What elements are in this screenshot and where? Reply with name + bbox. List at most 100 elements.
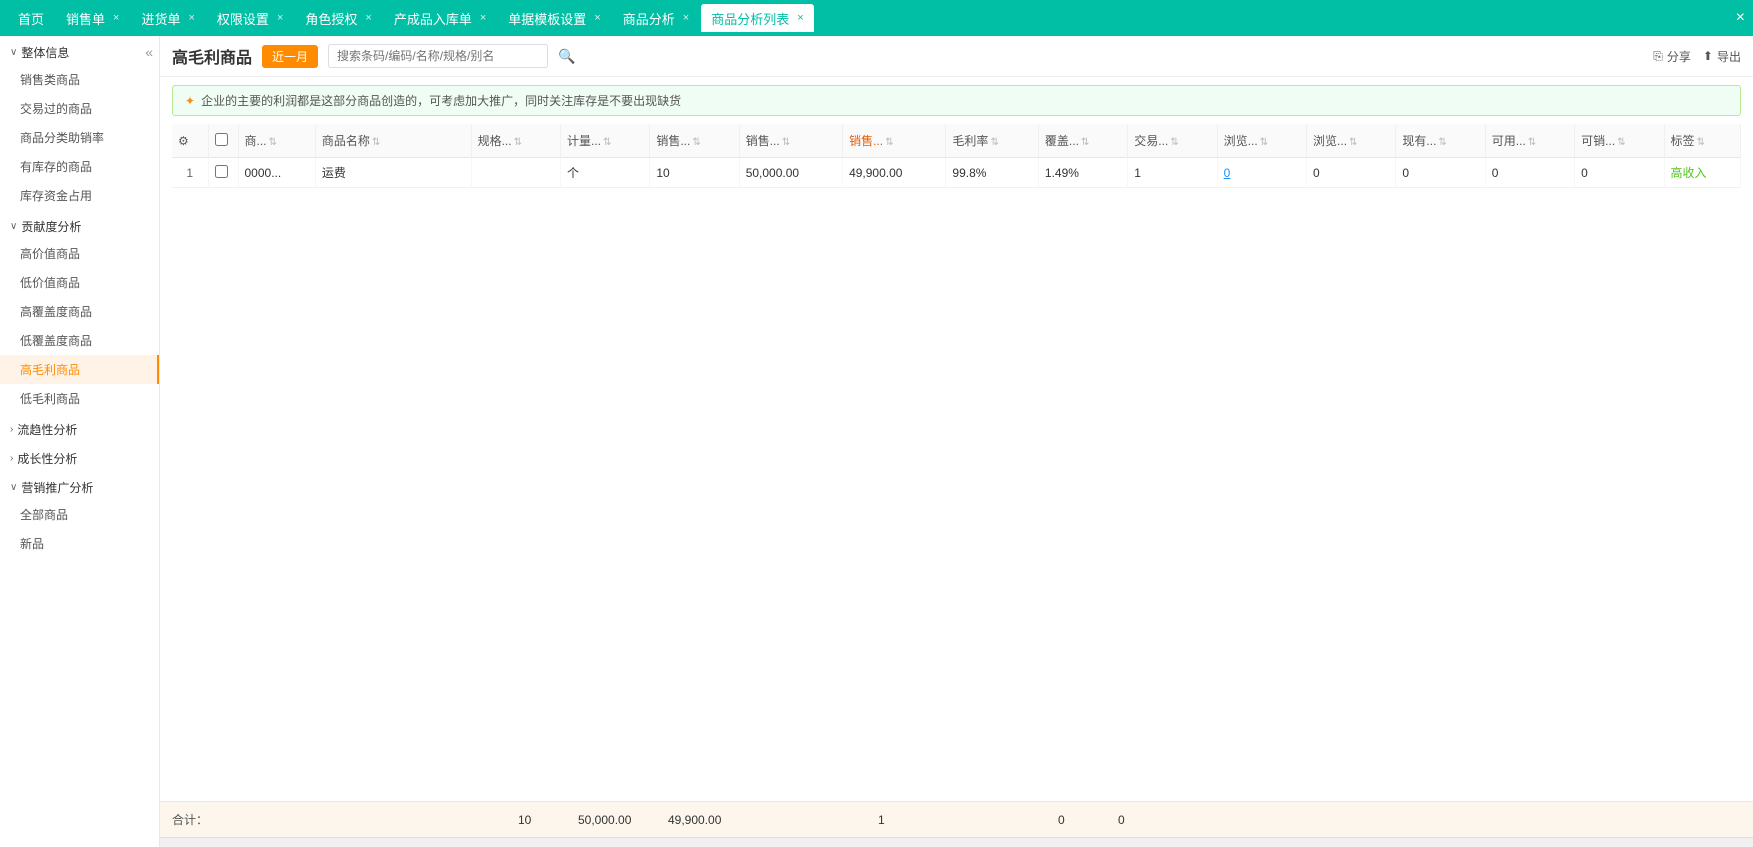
col-settings[interactable]: ⚙	[172, 124, 208, 158]
cell-spec	[471, 158, 560, 188]
cell-sales-qty: 10	[650, 158, 739, 188]
nav-label-role: 角色授权	[305, 9, 357, 28]
sidebar-section-trend[interactable]: › 流趋性分析	[0, 413, 159, 442]
cell-num: 1	[172, 158, 208, 188]
sidebar-section-contribution[interactable]: ∨ 贡献度分析	[0, 210, 159, 239]
close-all-tabs-button[interactable]: ×	[1736, 9, 1745, 27]
info-banner: ✦ 企业的主要的利润都是这部分商品创造的，可考虑加大推广，同时关注库存是不要出现…	[172, 85, 1741, 116]
sidebar-item-stock-capital[interactable]: 库存资金占用	[0, 181, 159, 210]
cell-sales-amt2: 49,900.00	[843, 158, 946, 188]
nav-close-permission[interactable]: ×	[277, 12, 283, 24]
nav-item-purchase[interactable]: 进货单 ×	[131, 4, 204, 32]
nav-label-permission: 权限设置	[217, 9, 269, 28]
info-icon: ✦	[185, 94, 195, 108]
cell-current: 0	[1396, 158, 1485, 188]
col-sales-qty[interactable]: 销售...⇅	[650, 124, 739, 158]
nav-close-purchase[interactable]: ×	[188, 12, 194, 24]
nav-item-home[interactable]: 首页	[8, 4, 54, 32]
footer-sales-amt: 50,000.00	[572, 813, 662, 827]
export-icon: ⬆	[1703, 49, 1713, 63]
nav-close-analysis[interactable]: ×	[683, 12, 689, 24]
search-button[interactable]: 🔍	[558, 48, 575, 65]
section-arrow-overall: ∨	[10, 47, 17, 58]
section-arrow-marketing: ∨	[10, 482, 17, 493]
col-sales-amt[interactable]: 销售...⇅	[739, 124, 842, 158]
cell-tag: 高收入	[1664, 158, 1740, 188]
cell-coverage: 1.49%	[1038, 158, 1127, 188]
col-coverage[interactable]: 覆盖...⇅	[1038, 124, 1127, 158]
export-button[interactable]: ⬆ 导出	[1703, 48, 1741, 65]
table-row: 1 0000... 运费 个 10 50,000.00 49,900.00 99…	[172, 158, 1741, 188]
cell-trade: 1	[1128, 158, 1217, 188]
sidebar-item-category-rate[interactable]: 商品分类助销率	[0, 123, 159, 152]
page-title: 高毛利商品	[172, 44, 252, 68]
filter-period-button[interactable]: 近一月	[262, 45, 318, 68]
share-button[interactable]: ⎘ 分享	[1653, 48, 1691, 65]
nav-close-template[interactable]: ×	[594, 12, 600, 24]
nav-close-sales[interactable]: ×	[113, 12, 119, 24]
nav-item-analysis-list[interactable]: 商品分析列表 ×	[701, 4, 813, 32]
section-label-overall: 整体信息	[21, 44, 69, 61]
nav-item-role[interactable]: 角色授权 ×	[295, 4, 381, 32]
horizontal-scrollbar[interactable]	[160, 837, 1753, 847]
cell-available: 0	[1485, 158, 1574, 188]
cell-browse2: 0	[1307, 158, 1396, 188]
nav-label-home: 首页	[18, 9, 44, 28]
sidebar-item-high-margin[interactable]: 高毛利商品	[0, 355, 159, 384]
nav-item-analysis[interactable]: 商品分析 ×	[613, 4, 699, 32]
col-name[interactable]: 商品名称⇅	[315, 124, 471, 158]
sidebar-section-growth[interactable]: › 成长性分析	[0, 442, 159, 471]
section-label-growth: 成长性分析	[17, 450, 77, 467]
col-tag[interactable]: 标签⇅	[1664, 124, 1740, 158]
cell-saleable: 0	[1575, 158, 1664, 188]
section-arrow-contribution: ∨	[10, 221, 17, 232]
sidebar-collapse-button[interactable]: «	[145, 44, 153, 60]
nav-close-inbound[interactable]: ×	[480, 12, 486, 24]
sidebar-item-traded-goods[interactable]: 交易过的商品	[0, 94, 159, 123]
col-unit[interactable]: 计量...⇅	[560, 124, 649, 158]
share-icon: ⎘	[1653, 49, 1663, 64]
col-saleable[interactable]: 可销...⇅	[1575, 124, 1664, 158]
sidebar-item-high-coverage[interactable]: 高覆盖度商品	[0, 297, 159, 326]
col-browse2[interactable]: 浏览...⇅	[1307, 124, 1396, 158]
col-available[interactable]: 可用...⇅	[1485, 124, 1574, 158]
nav-close-role[interactable]: ×	[365, 12, 371, 24]
col-browse1[interactable]: 浏览...⇅	[1217, 124, 1306, 158]
sidebar-item-high-value[interactable]: 高价值商品	[0, 239, 159, 268]
section-label-trend: 流趋性分析	[17, 421, 77, 438]
sidebar-item-sales-goods[interactable]: 销售类商品	[0, 65, 159, 94]
cell-browse1[interactable]: 0	[1217, 158, 1306, 188]
col-trade[interactable]: 交易...⇅	[1128, 124, 1217, 158]
sidebar-item-all-goods[interactable]: 全部商品	[0, 500, 159, 529]
nav-item-template[interactable]: 单据模板设置 ×	[498, 4, 610, 32]
nav-label-analysis-list: 商品分析列表	[711, 9, 789, 28]
search-input[interactable]	[328, 44, 548, 68]
sidebar-item-new-goods[interactable]: 新品	[0, 529, 159, 558]
sidebar-item-low-coverage[interactable]: 低覆盖度商品	[0, 326, 159, 355]
col-gross-rate[interactable]: 毛利率⇅	[946, 124, 1038, 158]
info-text: 企业的主要的利润都是这部分商品创造的，可考虑加大推广，同时关注库存是不要出现缺货	[201, 92, 681, 109]
col-code[interactable]: 商...⇅	[238, 124, 315, 158]
col-checkbox[interactable]	[208, 124, 238, 158]
sidebar-item-low-margin[interactable]: 低毛利商品	[0, 384, 159, 413]
nav-item-permission[interactable]: 权限设置 ×	[207, 4, 293, 32]
nav-close-analysis-list[interactable]: ×	[797, 12, 803, 24]
footer-available: 0	[1112, 813, 1172, 827]
footer-sales-amt2: 49,900.00	[662, 813, 752, 827]
select-all-checkbox[interactable]	[215, 133, 228, 146]
sidebar-item-stock-goods[interactable]: 有库存的商品	[0, 152, 159, 181]
col-current[interactable]: 现有...⇅	[1396, 124, 1485, 158]
table-header-row: ⚙ 商...⇅ 商品名称⇅ 规格...⇅ 计量...⇅ 销售...⇅ 销售...…	[172, 124, 1741, 158]
col-spec[interactable]: 规格...⇅	[471, 124, 560, 158]
top-navigation: 首页 销售单 × 进货单 × 权限设置 × 角色授权 × 产成品入库单 × 单据…	[0, 0, 1753, 36]
sidebar-section-overall[interactable]: ∨ 整体信息	[0, 36, 159, 65]
sidebar-item-low-value[interactable]: 低价值商品	[0, 268, 159, 297]
table-container[interactable]: ⚙ 商...⇅ 商品名称⇅ 规格...⇅ 计量...⇅ 销售...⇅ 销售...…	[172, 124, 1741, 801]
sidebar-section-marketing[interactable]: ∨ 营销推广分析	[0, 471, 159, 500]
col-sales-amt2[interactable]: 销售...⇅	[843, 124, 946, 158]
cell-checkbox[interactable]	[208, 158, 238, 188]
nav-item-sales[interactable]: 销售单 ×	[56, 4, 129, 32]
section-arrow-growth: ›	[10, 453, 13, 464]
nav-item-inbound[interactable]: 产成品入库单 ×	[384, 4, 496, 32]
nav-label-purchase: 进货单	[141, 9, 180, 28]
